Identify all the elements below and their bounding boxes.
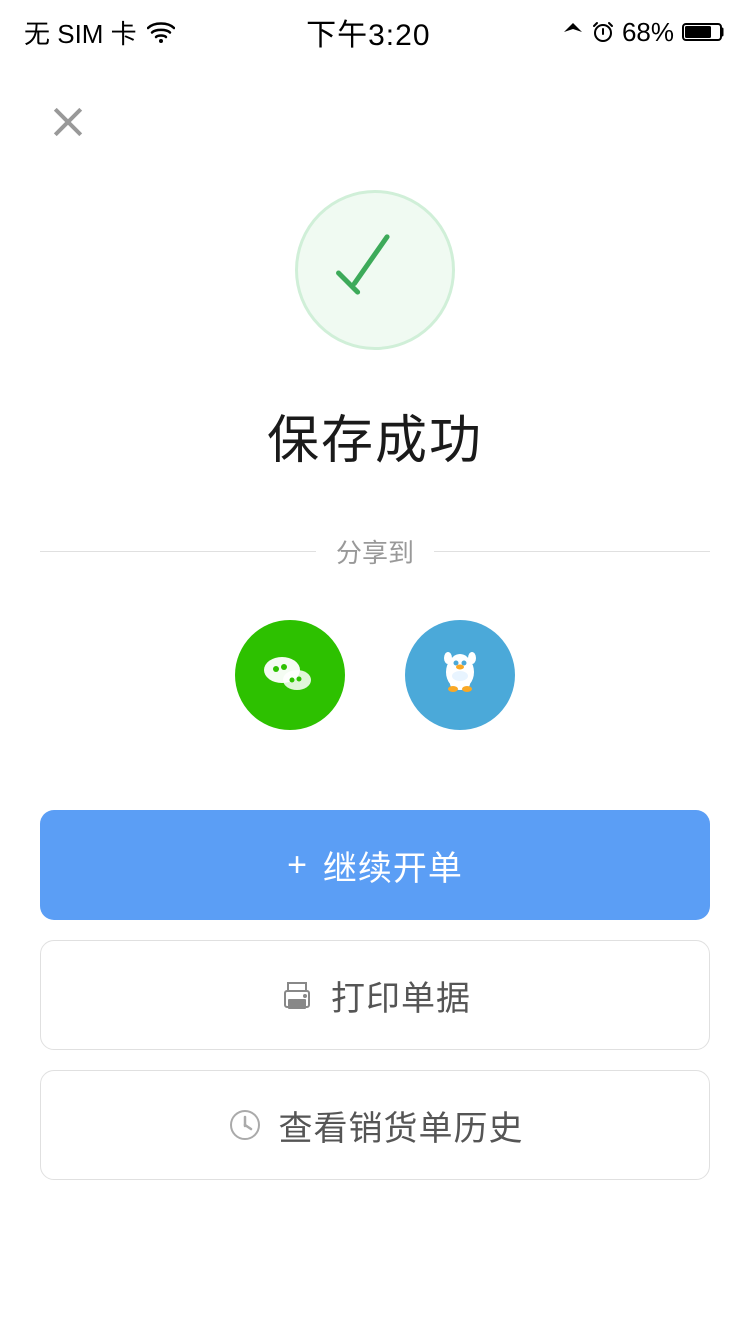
actions-container: + 继续开单 打印单据 查看销货单历史 <box>40 810 710 1180</box>
no-sim-label: 无 SIM 卡 <box>24 14 137 51</box>
print-label: 打印单据 <box>331 971 471 1020</box>
printer-icon <box>279 977 315 1013</box>
divider-right <box>434 551 710 552</box>
print-button[interactable]: 打印单据 <box>40 940 710 1050</box>
history-icon <box>227 1107 263 1143</box>
close-icon <box>50 104 86 140</box>
alarm-icon <box>592 21 614 43</box>
share-row <box>235 620 515 730</box>
qq-icon <box>427 642 493 708</box>
history-label: 查看销货单历史 <box>279 1101 524 1150</box>
battery-label: 68% <box>622 17 674 48</box>
battery-icon <box>682 21 726 43</box>
success-title: 保存成功 <box>267 398 483 473</box>
status-bar: 无 SIM 卡 下午3:20 68% <box>0 0 750 64</box>
close-button[interactable] <box>40 94 96 150</box>
plus-icon: + <box>287 848 307 882</box>
history-button[interactable]: 查看销货单历史 <box>40 1070 710 1180</box>
checkmark-icon <box>335 240 415 300</box>
wifi-icon <box>147 21 175 43</box>
continue-button[interactable]: + 继续开单 <box>40 810 710 920</box>
divider-left <box>40 551 316 552</box>
status-right: 68% <box>562 17 726 48</box>
qq-share-button[interactable] <box>405 620 515 730</box>
wechat-icon <box>257 642 323 708</box>
wechat-share-button[interactable] <box>235 620 345 730</box>
continue-label: 继续开单 <box>323 841 463 890</box>
main-content: 保存成功 分享到 <box>0 64 750 1220</box>
status-time: 下午3:20 <box>306 10 430 54</box>
share-divider: 分享到 <box>40 533 710 570</box>
status-left: 无 SIM 卡 <box>24 14 175 51</box>
location-icon <box>562 21 584 43</box>
share-label: 分享到 <box>336 533 414 570</box>
success-circle <box>295 190 455 350</box>
